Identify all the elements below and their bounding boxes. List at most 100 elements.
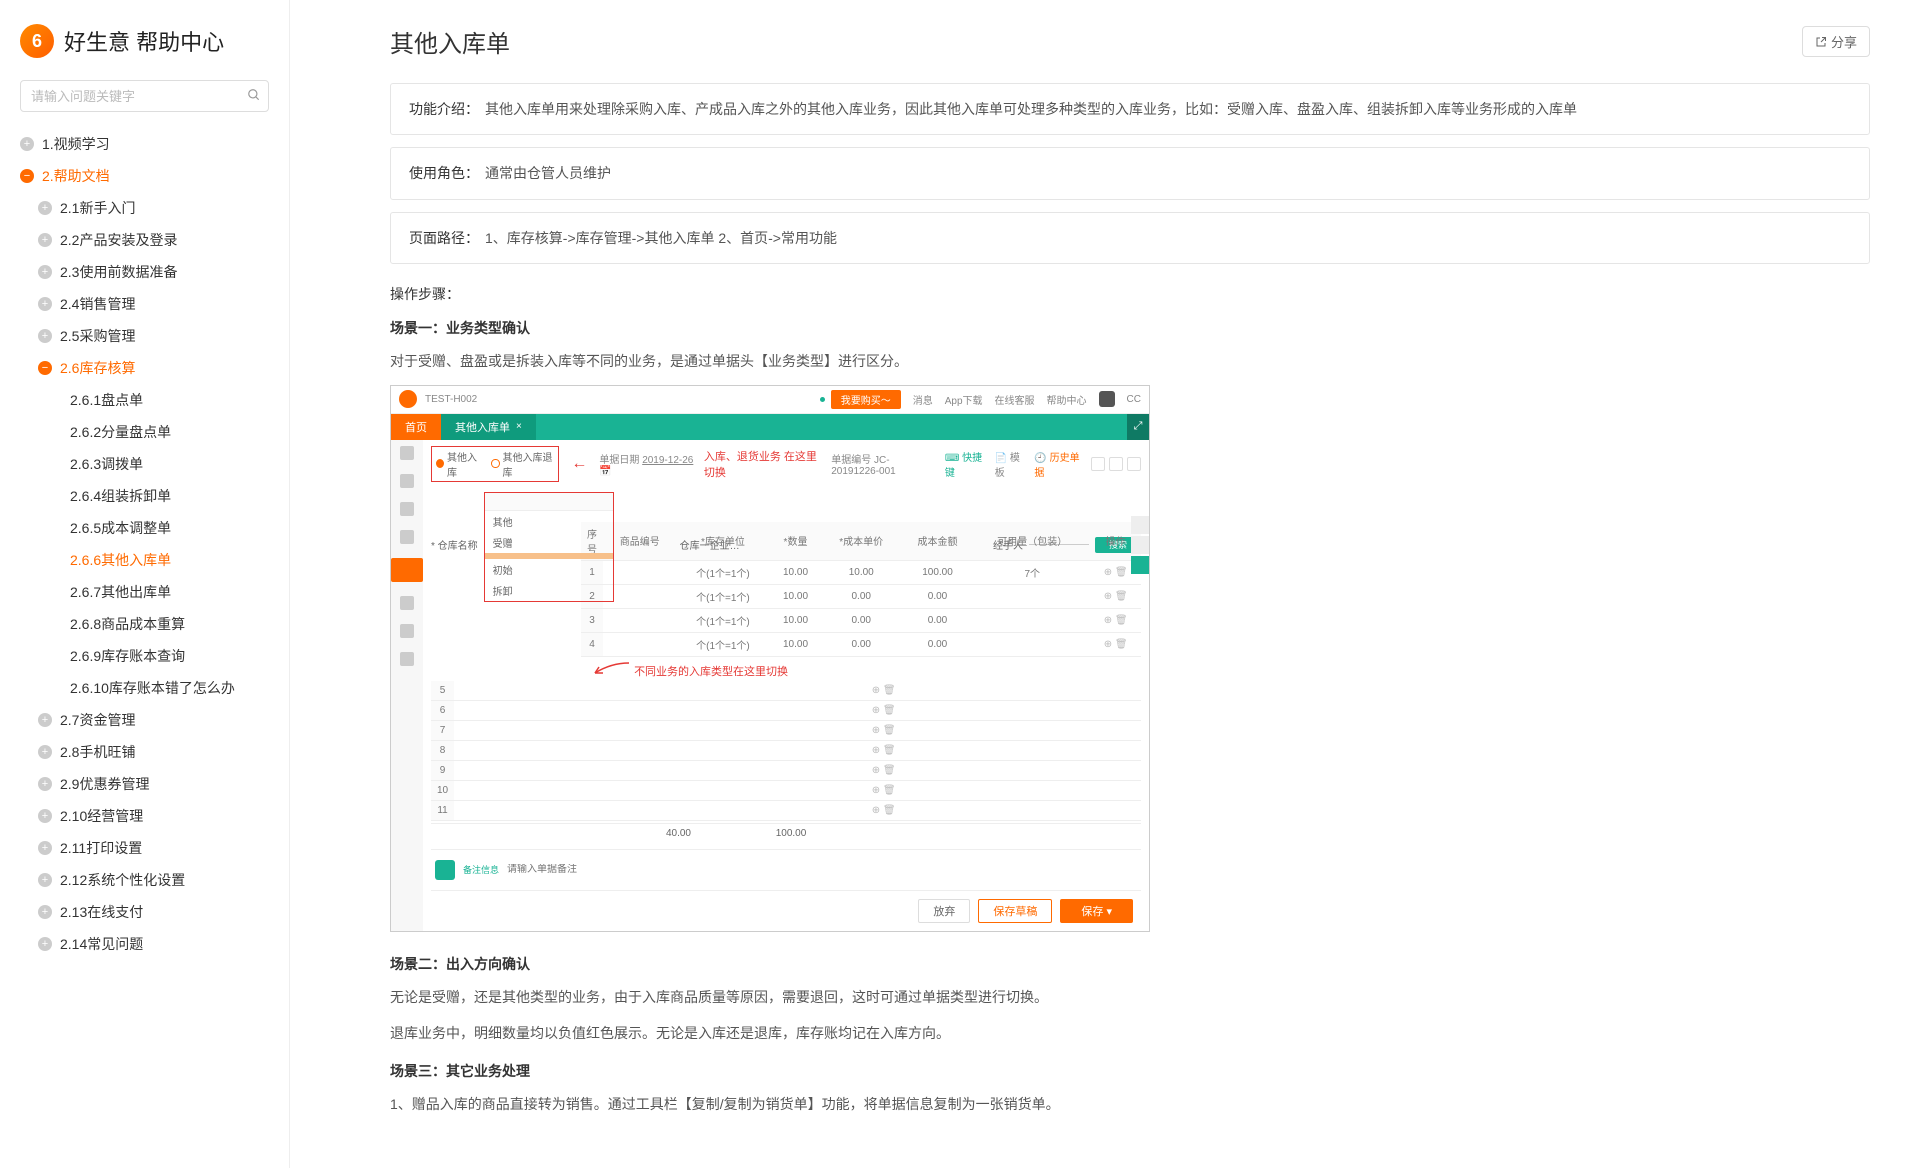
arrow-icon: ← (571, 455, 587, 473)
table-row: 8⊕ 🗑 (431, 740, 1141, 760)
nav-label: 2.6.1盘点单 (70, 390, 143, 410)
nav-item[interactable]: 2.6.3调拨单 (20, 448, 269, 480)
close-icon[interactable]: × (516, 421, 522, 432)
mock-link[interactable]: App下载 (945, 392, 983, 407)
mock-option[interactable]: 初始 (485, 559, 613, 580)
nav-label: 2.帮助文档 (42, 166, 110, 186)
mock-remark-input[interactable] (507, 864, 1137, 875)
nav-label: 2.14常见问题 (60, 934, 143, 954)
mock-option[interactable]: 其他 (485, 511, 613, 532)
rail-icon[interactable] (400, 446, 414, 460)
nav-item[interactable]: 2.6.4组装拆卸单 (20, 480, 269, 512)
nav-item[interactable]: +2.13在线支付 (20, 896, 269, 928)
rail-icon[interactable] (400, 624, 414, 638)
nav-item[interactable]: +2.10经营管理 (20, 800, 269, 832)
nav-item[interactable]: +2.14常见问题 (20, 928, 269, 960)
nav-label: 2.6.3调拨单 (70, 454, 143, 474)
share-button[interactable]: 分享 (1802, 26, 1870, 57)
rail-icon[interactable] (400, 530, 414, 544)
table-row: 10⊕ 🗑 (431, 780, 1141, 800)
mock-content: 其他入库 其他入库退库 ← 单据日期 2019-12-26 📅 入库、退货业务 … (423, 440, 1149, 931)
nav-item[interactable]: +1.视频学习 (20, 128, 269, 160)
nav-item[interactable]: 2.6.10库存账本错了怎么办 (20, 672, 269, 704)
expand-icon[interactable]: ⤢ (1127, 414, 1149, 440)
mock-radio-return[interactable]: 其他入库退库 (491, 449, 554, 479)
nav-item[interactable]: +2.2产品安装及登录 (20, 224, 269, 256)
note-icon (435, 860, 455, 880)
status-dot-icon (820, 397, 825, 402)
nav-item[interactable]: +2.11打印设置 (20, 832, 269, 864)
rail-icon[interactable] (400, 596, 414, 610)
mock-history[interactable]: 历史单据 (1034, 453, 1079, 479)
tool-icon[interactable] (1127, 457, 1141, 471)
mock-radio-in[interactable]: 其他入库 (436, 449, 481, 479)
brand-logo: 6 (20, 24, 54, 58)
mock-link[interactable]: 消息 (913, 392, 933, 407)
nav-item[interactable]: +2.12系统个性化设置 (20, 864, 269, 896)
mock-template[interactable]: 模板 (995, 453, 1020, 479)
intro-text: 其他入库单用来处理除采购入库、产成品入库之外的其他入库业务，因此其他入库单可处理… (485, 101, 1577, 117)
nav-item[interactable]: +2.1新手入门 (20, 192, 269, 224)
nav-item-current[interactable]: 2.6.6其他入库单 (20, 544, 269, 576)
mock-tab-label: 其他入库单 (455, 419, 510, 435)
rail-icon-active[interactable] (391, 558, 423, 582)
table-row: 3个(1个=1个)10.000.000.00⊕ 🗑 (581, 608, 1141, 632)
nav-item[interactable]: +2.3使用前数据准备 (20, 256, 269, 288)
scene1-text: 对于受赠、盘盈或是拆装入库等不同的业务，是通过单据头【业务类型】进行区分。 (390, 348, 1870, 375)
tag-icon[interactable] (1131, 556, 1149, 574)
mock-tab-home[interactable]: 首页 (391, 414, 441, 440)
nav-item[interactable]: +2.4销售管理 (20, 288, 269, 320)
mock-shortcut[interactable]: 快捷键 (945, 453, 982, 479)
mock-option[interactable]: 拆卸 (485, 580, 613, 601)
mock-link[interactable]: 帮助中心 (1047, 392, 1087, 407)
avatar-icon[interactable] (1099, 391, 1115, 407)
nav-item[interactable]: −2.6库存核算 (20, 352, 269, 384)
nav-item[interactable]: −2.帮助文档 (20, 160, 269, 192)
nav-label: 2.3使用前数据准备 (60, 262, 177, 282)
mock-link[interactable]: 在线客服 (995, 392, 1035, 407)
mock-cancel-button[interactable]: 放弃 (918, 899, 970, 923)
nav-item[interactable]: +2.7资金管理 (20, 704, 269, 736)
tool-icon[interactable] (1109, 457, 1123, 471)
plus-icon: + (38, 201, 52, 215)
rail-icon[interactable] (400, 652, 414, 666)
plus-icon: + (38, 809, 52, 823)
sum-qty: 40.00 (431, 828, 731, 839)
scene2-text-2: 退库业务中，明细数量均以负值红色展示。无论是入库还是退库，库存账均记在入库方向。 (390, 1020, 1870, 1047)
mock-save-button[interactable]: 保存 ▾ (1060, 899, 1133, 923)
rail-icon[interactable] (400, 502, 414, 516)
mock-tab-active[interactable]: 其他入库单 × (441, 414, 536, 440)
nav-item[interactable]: +2.8手机旺铺 (20, 736, 269, 768)
nav-item[interactable]: +2.5采购管理 (20, 320, 269, 352)
tag-icon[interactable] (1131, 516, 1149, 534)
nav-label: 2.1新手入门 (60, 198, 135, 218)
nav-item[interactable]: 2.6.5成本调整单 (20, 512, 269, 544)
nav-label: 2.6.2分量盘点单 (70, 422, 171, 442)
rail-icon[interactable] (400, 474, 414, 488)
mock-draft-button[interactable]: 保存草稿 (978, 899, 1052, 923)
plus-icon: + (38, 777, 52, 791)
nav-item[interactable]: 2.6.7其他出库单 (20, 576, 269, 608)
nav-item[interactable]: 2.6.2分量盘点单 (20, 416, 269, 448)
mock-select[interactable] (485, 493, 613, 511)
nav-item[interactable]: 2.6.8商品成本重算 (20, 608, 269, 640)
path-label: 页面路径： (409, 230, 479, 246)
nav-item[interactable]: 2.6.1盘点单 (20, 384, 269, 416)
mock-table: 序号 商品编号 *库存单位 *数量 *成本单价 成本金额 可用量（包装） 操作 … (581, 522, 1141, 657)
intro-label: 功能介绍： (409, 101, 479, 117)
col-header: *成本单价 (822, 522, 901, 561)
search-input[interactable] (20, 80, 269, 112)
scene1-title: 场景一：业务类型确认 (390, 318, 1870, 338)
nav-item[interactable]: +2.9优惠券管理 (20, 768, 269, 800)
nav-item[interactable]: 2.6.9库存账本查询 (20, 640, 269, 672)
table-row: 6⊕ 🗑 (431, 700, 1141, 720)
brand-row: 6 好生意 帮助中心 (20, 24, 269, 58)
mock-buy-button[interactable]: 我要购买～ (831, 390, 901, 409)
col-header: 商品编号 (603, 522, 677, 561)
search-icon[interactable] (247, 88, 261, 105)
nav-label: 2.6.7其他出库单 (70, 582, 171, 602)
tool-icon[interactable] (1091, 457, 1105, 471)
nav-label: 2.12系统个性化设置 (60, 870, 185, 890)
mock-option[interactable]: 受赠 (485, 532, 613, 553)
tag-icon[interactable] (1131, 536, 1149, 554)
